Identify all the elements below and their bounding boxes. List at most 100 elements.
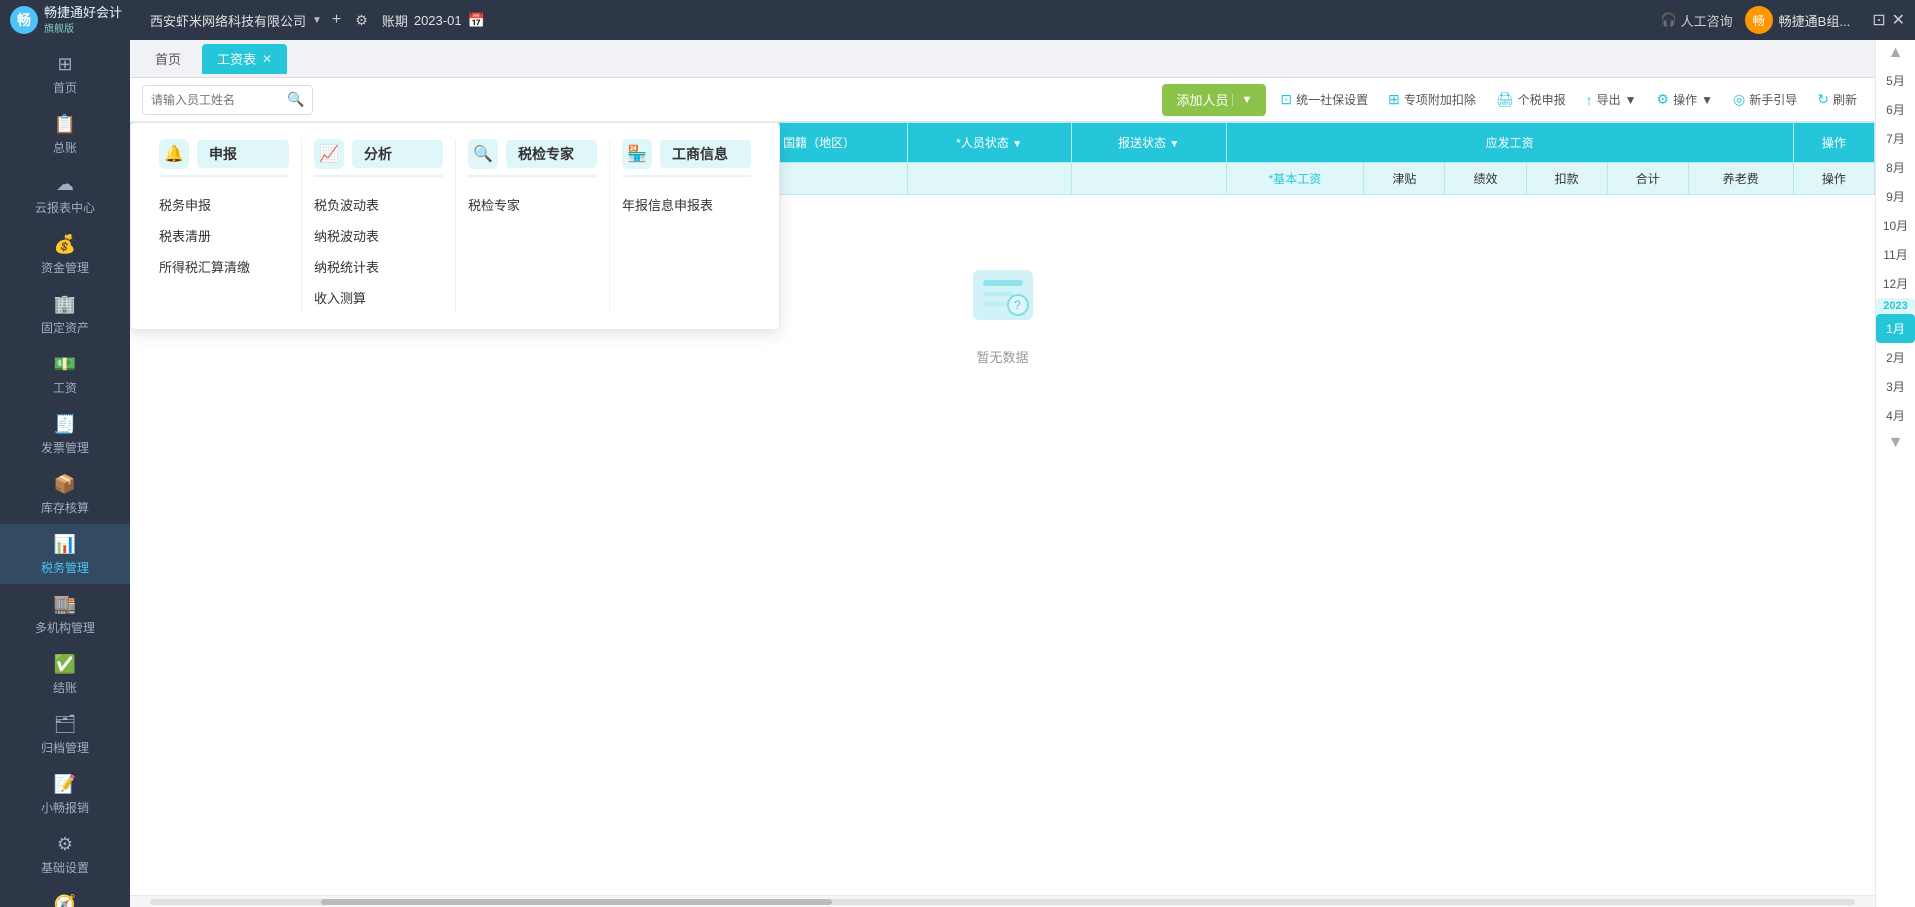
tax-icon: 📊 xyxy=(54,534,76,555)
special-deduction-button[interactable]: ⊞ 专项附加扣除 xyxy=(1382,91,1482,108)
sidebar-item-expense[interactable]: 📝 小畅报销 xyxy=(0,764,130,824)
tab-salary-table[interactable]: 工资表 ✕ xyxy=(202,44,287,74)
sidebar-item-funds[interactable]: 💰 资金管理 xyxy=(0,224,130,284)
month-item-2[interactable]: 2月 xyxy=(1876,343,1915,372)
menu-item-tax-expert[interactable]: 税检专家 xyxy=(468,189,597,220)
menu-item-tax-burden[interactable]: 税负波动表 xyxy=(314,189,443,220)
sidebar-item-guide[interactable]: 🧭 新手引导 xyxy=(0,884,130,907)
send-status-filter-icon[interactable]: ▼ xyxy=(1169,139,1179,150)
assets-icon: 🏢 xyxy=(54,294,76,315)
sidebar-item-label: 归档管理 xyxy=(41,739,89,756)
month-item-9[interactable]: 9月 xyxy=(1876,182,1915,211)
home-icon: ⊞ xyxy=(57,54,72,75)
add-person-label: 添加人员 xyxy=(1176,90,1228,109)
add-company-button[interactable]: + xyxy=(332,11,341,29)
cloud-icon: ☁ xyxy=(56,174,74,195)
sub-col-deduction: 扣款 xyxy=(1526,163,1607,195)
export-button[interactable]: ↑ 导出 ▼ xyxy=(1580,91,1643,108)
menu-item-tax-report[interactable]: 税务申报 xyxy=(159,189,289,220)
sidebar-item-assets[interactable]: 🏢 固定资产 xyxy=(0,284,130,344)
gongshang-title: 工商信息 xyxy=(660,140,751,168)
tax-report-button[interactable]: 🖨 个税申报 xyxy=(1490,91,1572,108)
sidebar-item-inventory[interactable]: 📦 库存核算 xyxy=(0,464,130,524)
month-item-11[interactable]: 11月 xyxy=(1876,240,1915,269)
guide-toolbar-icon: ◎ xyxy=(1733,91,1745,108)
guide-button[interactable]: ◎ 新手引导 xyxy=(1727,91,1803,108)
menu-item-annual-report[interactable]: 年报信息申报表 xyxy=(622,189,751,220)
sidebar-item-home[interactable]: ⊞ 首页 xyxy=(0,44,130,104)
operations-button[interactable]: ⚙ 操作 ▼ xyxy=(1651,91,1719,108)
sidebar-item-label: 云报表中心 xyxy=(35,199,95,216)
tax-dropdown-menu: 🔔 申报 税务申报 税表清册 所得税汇算清缴 📈 分析 税负波动表 纳税波动表 … xyxy=(130,122,780,330)
menu-item-income-estimate[interactable]: 收入测算 xyxy=(314,282,443,313)
company-dropdown-icon[interactable]: ▼ xyxy=(312,15,322,26)
inventory-icon: 📦 xyxy=(54,474,76,495)
bottom-scrollbar[interactable] xyxy=(130,895,1875,907)
search-wrap[interactable]: 🔍 xyxy=(142,85,313,115)
add-person-button[interactable]: 添加人员 ▼ xyxy=(1162,84,1266,116)
sidebar-item-archive[interactable]: 🗂 归档管理 xyxy=(0,704,130,764)
calendar-icon[interactable]: 📅 xyxy=(468,12,485,29)
header-right: 🎧 人工咨询 畅 畅捷通B组... ⊡ ✕ xyxy=(1660,6,1905,34)
sidebar-item-ledger[interactable]: 📋 总账 xyxy=(0,104,130,164)
sidebar-item-salary[interactable]: 💵 工资 xyxy=(0,344,130,404)
guide-label: 新手引导 xyxy=(1749,91,1797,108)
month-next-arrow[interactable]: ▼ xyxy=(1876,430,1915,456)
menu-section-fenxi: 📈 分析 税负波动表 纳税波动表 纳税统计表 收入测算 xyxy=(301,139,455,313)
month-item-5[interactable]: 5月 xyxy=(1876,66,1915,95)
restore-icon[interactable]: ⊡ xyxy=(1872,10,1885,30)
month-item-10[interactable]: 10月 xyxy=(1876,211,1915,240)
sub-col-allowance: 津贴 xyxy=(1364,163,1445,195)
sidebar-item-label: 库存核算 xyxy=(41,499,89,516)
help-label: 人工咨询 xyxy=(1681,11,1733,30)
tab-home[interactable]: 首页 xyxy=(140,44,196,74)
company-area[interactable]: 西安虾米网络科技有限公司 ▼ + ⚙ xyxy=(150,11,372,30)
sidebar-item-tax[interactable]: 📊 税务管理 xyxy=(0,524,130,584)
menu-item-income-tax-final[interactable]: 所得税汇算清缴 xyxy=(159,251,289,282)
status-filter-icon[interactable]: ▼ xyxy=(1012,139,1022,150)
sidebar-item-invoice[interactable]: 🧾 发票管理 xyxy=(0,404,130,464)
month-prev-arrow[interactable]: ▲ xyxy=(1876,40,1915,66)
sidebar-item-settings[interactable]: ⚙ 基础设置 xyxy=(0,824,130,884)
col-status-label: *人员状态 xyxy=(956,136,1009,150)
special-deduction-icon: ⊞ xyxy=(1388,91,1400,108)
fenxi-title: 分析 xyxy=(352,140,443,168)
search-icon[interactable]: 🔍 xyxy=(287,91,304,108)
month-item-12[interactable]: 12月 xyxy=(1876,269,1915,298)
close-accounts-icon: ✅ xyxy=(54,654,76,675)
month-item-7[interactable]: 7月 xyxy=(1876,124,1915,153)
search-input[interactable] xyxy=(151,93,281,107)
menu-item-tax-table[interactable]: 税表清册 xyxy=(159,220,289,251)
col-region-label: 国籍（地区） xyxy=(783,136,855,150)
menu-item-tax-payment[interactable]: 纳税波动表 xyxy=(314,220,443,251)
funds-icon: 💰 xyxy=(54,234,76,255)
tab-close-icon[interactable]: ✕ xyxy=(262,52,272,66)
month-item-3[interactable]: 3月 xyxy=(1876,372,1915,401)
refresh-button[interactable]: ↻ 刷新 xyxy=(1811,91,1863,108)
headset-icon: 🎧 xyxy=(1660,12,1676,28)
help-button[interactable]: 🎧 人工咨询 xyxy=(1660,11,1732,30)
sidebar-item-multi-org[interactable]: 🏬 多机构管理 xyxy=(0,584,130,644)
menu-item-tax-stats[interactable]: 纳税统计表 xyxy=(314,251,443,282)
menu-section-header-shengjbao: 🔔 申报 xyxy=(159,139,289,177)
col-send-status[interactable]: 报送状态 ▼ xyxy=(1071,123,1226,163)
month-item-1[interactable]: 1月 xyxy=(1876,314,1915,343)
shuijian-title: 税检专家 xyxy=(506,140,597,168)
month-item-4[interactable]: 4月 xyxy=(1876,401,1915,430)
menu-section-shengjbao: 🔔 申报 税务申报 税表清册 所得税汇算清缴 xyxy=(147,139,301,313)
sidebar-item-close-accounts[interactable]: ✅ 结账 xyxy=(0,644,130,704)
month-item-8[interactable]: 8月 xyxy=(1876,153,1915,182)
social-insurance-button[interactable]: ⊡ 统一社保设置 xyxy=(1274,91,1374,108)
shuijian-icon: 🔍 xyxy=(468,139,498,169)
sidebar: ⊞ 首页 📋 总账 ☁ 云报表中心 💰 资金管理 🏢 固定资产 💵 工资 🧾 发… xyxy=(0,40,130,907)
company-settings-icon[interactable]: ⚙ xyxy=(355,12,368,29)
col-status[interactable]: *人员状态 ▼ xyxy=(907,123,1071,163)
company-name: 西安虾米网络科技有限公司 xyxy=(150,11,306,30)
user-area[interactable]: 畅 畅捷通B组... xyxy=(1745,6,1851,34)
sidebar-item-cloud-reports[interactable]: ☁ 云报表中心 xyxy=(0,164,130,224)
add-person-dropdown-icon[interactable]: ▼ xyxy=(1232,94,1252,106)
close-icon[interactable]: ✕ xyxy=(1892,10,1905,30)
app-name: 畅捷通好会计 xyxy=(44,5,122,21)
month-item-6[interactable]: 6月 xyxy=(1876,95,1915,124)
scroll-thumb[interactable] xyxy=(321,899,833,905)
